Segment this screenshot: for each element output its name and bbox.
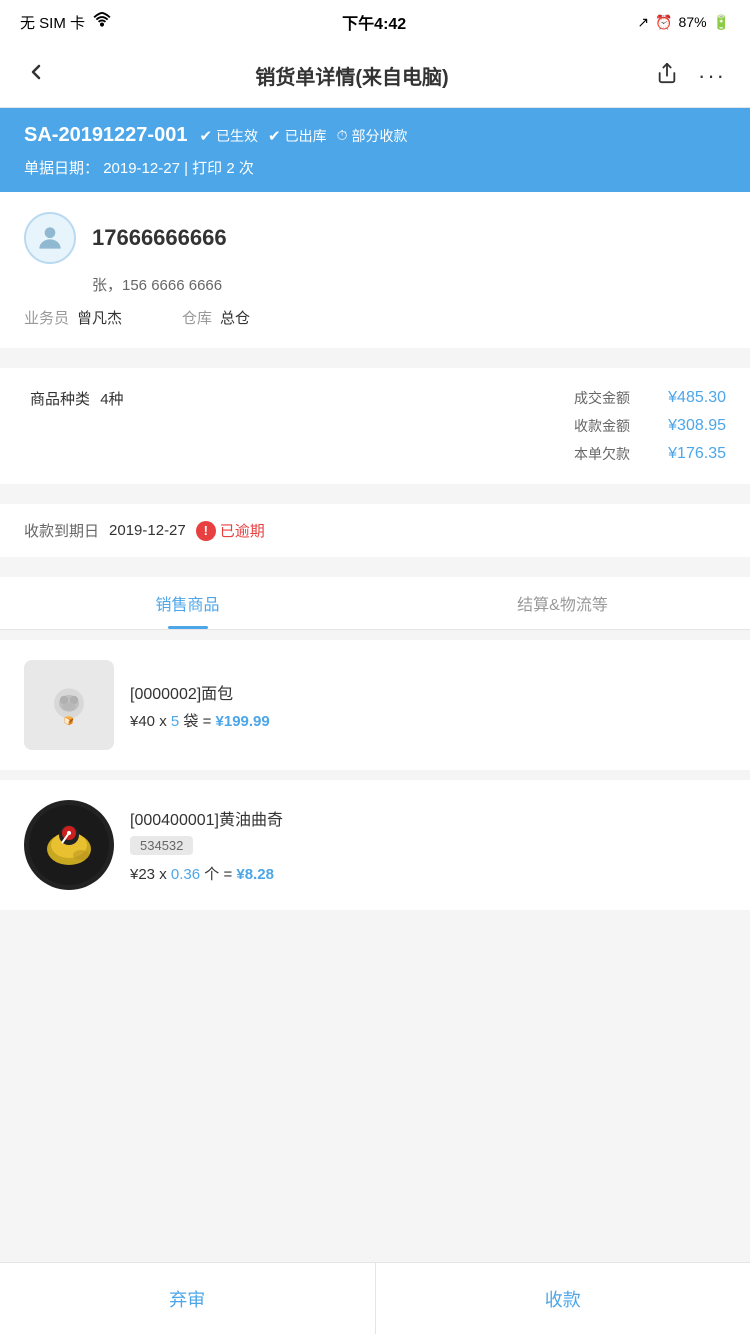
overdue-warning-icon: ! [196,521,216,541]
product-list: 🍞 [0000002]面包 ¥40 x 5 袋 = ¥199.99 [0,640,750,910]
customer-name: 张，156 6666 6666 [92,274,726,295]
sales-meta: 业务员 曾凡杰 [24,307,122,328]
product-name-2: [000400001]黄油曲奇 [130,806,726,830]
nav-actions: ··· [656,62,726,89]
separator-3 [0,567,750,577]
product-thumbnail-1: 🍞 [24,660,114,750]
reject-audit-button[interactable]: 弃审 [0,1263,376,1334]
order-header-banner: SA-20191227-001 ✔ 已生效 ✔ 已出库 ⏱ 部分收款 单据日期：… [0,108,750,192]
status-bar-time: 下午4:42 [342,10,406,34]
due-date-value: 2019-12-27 [109,522,186,539]
stats-left: 商品种类 4种 [24,388,124,409]
check-icon-1: ✔ [199,127,212,145]
stats-section: 商品种类 4种 成交金额 ¥485.30 收款金额 ¥308.95 本单欠款 ¥… [0,368,750,484]
product-item: 🍞 [0000002]面包 ¥40 x 5 袋 = ¥199.99 [0,640,750,770]
status-bar-right: ↗ ⏰ 87% 🔋 [637,14,730,31]
svg-text:🍞: 🍞 [64,715,74,725]
overdue-badge: ! 已逾期 [196,520,265,541]
back-button[interactable] [24,60,48,91]
separator-1 [0,358,750,368]
more-icon[interactable]: ··· [698,63,726,89]
customer-avatar [24,212,76,264]
received-amount-row: 收款金额 ¥308.95 [574,416,726,436]
battery-text: 87% [679,14,707,30]
status-badges: ✔ 已生效 ✔ 已出库 ⏱ 部分收款 [199,126,407,146]
order-id: SA-20191227-001 [24,124,187,147]
share-icon[interactable] [656,62,678,89]
product-info-2: [000400001]黄油曲奇 534532 ¥23 x 0.36 个 = ¥8… [130,806,726,884]
status-badge-shipped: ✔ 已出库 [268,126,327,146]
owed-amount-row: 本单欠款 ¥176.35 [574,444,726,464]
tab-sales-products[interactable]: 销售商品 [0,577,375,629]
bottom-padding [0,920,750,1000]
stats-right: 成交金额 ¥485.30 收款金额 ¥308.95 本单欠款 ¥176.35 [574,388,726,464]
tabs-bar: 销售商品 结算&物流等 [0,577,750,630]
nav-bar: 销货单详情(来自电脑) ··· [0,44,750,108]
due-date-section: 收款到期日 2019-12-27 ! 已逾期 [0,504,750,557]
product-price-1: ¥40 x 5 袋 = ¥199.99 [130,710,726,731]
product-thumbnail-2 [24,800,114,890]
customer-phone: 17666666666 [92,225,227,251]
product-name-1: [0000002]面包 [130,680,726,704]
product-info-1: [0000002]面包 ¥40 x 5 袋 = ¥199.99 [130,680,726,731]
due-label: 收款到期日 [24,520,99,541]
wifi-icon [93,11,111,33]
page-title: 销货单详情(来自电脑) [255,61,448,90]
tab-settlement[interactable]: 结算&物流等 [375,577,750,629]
product-price-2: ¥23 x 0.36 个 = ¥8.28 [130,863,726,884]
status-badge-partial: ⏱ 部分收款 [337,126,408,146]
warehouse-meta: 仓库 总仓 [182,307,250,328]
category-stat: 商品种类 4种 [24,388,124,409]
overdue-text: 已逾期 [220,520,265,541]
product-item: [000400001]黄油曲奇 534532 ¥23 x 0.36 个 = ¥8… [0,780,750,910]
status-badge-effective: ✔ 已生效 [199,126,258,146]
clock-icon: ⏱ [337,127,348,144]
check-icon-2: ✔ [268,127,281,145]
collect-payment-button[interactable]: 收款 [376,1263,750,1334]
customer-meta: 业务员 曾凡杰 仓库 总仓 [24,307,726,328]
separator-2 [0,494,750,504]
deal-amount-row: 成交金额 ¥485.30 [574,388,726,408]
order-date-line: 单据日期： 2019-12-27 | 打印 2 次 [24,157,726,178]
location-icon: ↗ [637,14,649,31]
alarm-icon: ⏰ [655,14,672,31]
customer-section: 17666666666 张，156 6666 6666 业务员 曾凡杰 仓库 总… [0,192,750,348]
battery-icon: 🔋 [713,14,730,31]
status-bar-left: 无 SIM 卡 [20,11,111,33]
bottom-bar: 弃审 收款 [0,1262,750,1334]
carrier-text: 无 SIM 卡 [20,12,85,33]
status-bar: 无 SIM 卡 下午4:42 ↗ ⏰ 87% 🔋 [0,0,750,44]
product-sku-2: 534532 [130,836,193,855]
